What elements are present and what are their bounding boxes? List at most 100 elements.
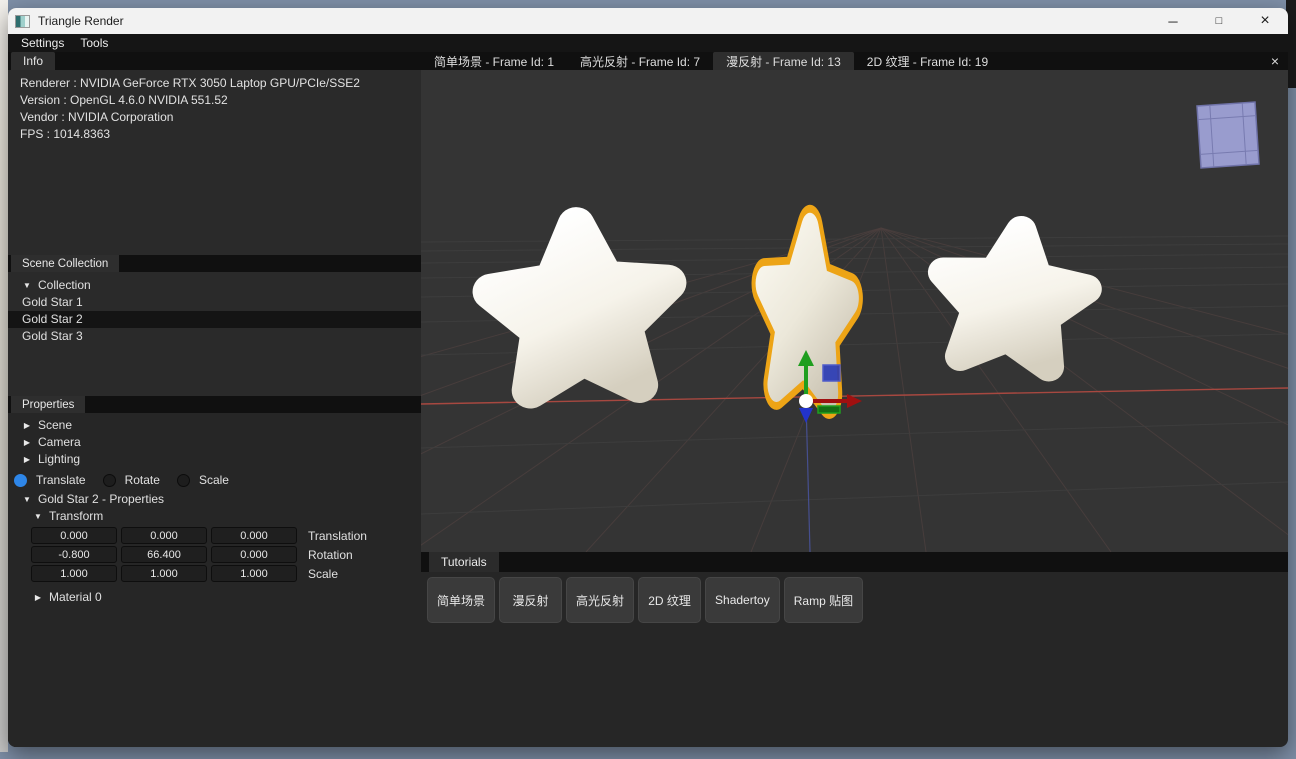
tab-info[interactable]: Info [11,52,55,70]
app-window: Triangle Render ─ □ × Settings Tools Inf… [8,8,1288,747]
scale-radio[interactable] [177,474,190,487]
window-title: Triangle Render [38,14,124,28]
gizmo-plane-handle-blue [823,365,840,381]
tutorials-panel: 简单场景 漫反射 高光反射 2D 纹理 Shadertoy Ramp 贴图 [421,572,1288,642]
list-item-gold-star-2[interactable]: Gold Star 2 [8,311,421,328]
tutorial-button-specular[interactable]: 高光反射 [566,577,634,623]
list-item-gold-star-1[interactable]: Gold Star 1 [8,294,421,311]
gold-star-3-label: Gold Star 3 [22,328,83,345]
chevron-down-icon[interactable]: ▼ [22,277,32,294]
tree-node-camera[interactable]: ▶ Camera [8,434,421,451]
tutorials-tab-bar: Tutorials [421,552,1288,572]
maximize-icon: □ [1216,15,1223,27]
transform-label: Transform [49,508,103,525]
tutorial-button-2d-texture[interactable]: 2D 纹理 [638,577,701,623]
info-panel: Renderer : NVIDIA GeForce RTX 3050 Lapto… [8,70,421,255]
viewport-3d[interactable] [421,70,1288,552]
maximize-button[interactable]: □ [1196,8,1242,34]
material-label: Material 0 [49,589,102,606]
translation-row: Translation [31,527,421,544]
viewport-tab-2d-texture[interactable]: 2D 纹理 - Frame Id: 19 [854,52,1001,70]
transform-grid: Translation Rotation Scale [8,527,421,582]
translation-y-field[interactable] [121,527,207,544]
viewport-tab-diffuse[interactable]: 漫反射 - Frame Id: 13 [713,52,854,70]
close-button[interactable]: × [1242,8,1288,34]
gold-star-1-label: Gold Star 1 [22,294,83,311]
scene-collection-panel: ▼ Collection Gold Star 1 Gold Star 2 Gol… [8,272,421,396]
viewport-close-button[interactable]: × [1271,52,1279,70]
star-gold-star-1 [488,221,673,393]
scale-z-field[interactable] [211,565,297,582]
rotate-label[interactable]: Rotate [125,473,160,487]
menu-bar: Settings Tools [8,34,1288,52]
menu-settings[interactable]: Settings [21,36,64,50]
scale-label[interactable]: Scale [199,473,229,487]
rotation-z-field[interactable] [211,546,297,563]
rotation-y-field[interactable] [121,546,207,563]
nav-cube [1197,102,1259,168]
camera-group-label: Camera [38,434,81,451]
top-tab-row: Info 简单场景 - Frame Id: 1 高光反射 - Frame Id:… [8,52,1288,70]
viewport-tab-specular[interactable]: 高光反射 - Frame Id: 7 [567,52,713,70]
rotation-x-field[interactable] [31,546,117,563]
rotation-row-label: Rotation [308,548,353,562]
tutorial-button-diffuse[interactable]: 漫反射 [499,577,562,623]
star-gold-star-3 [933,222,1093,370]
translate-radio[interactable] [14,474,27,487]
scene-group-label: Scene [38,417,72,434]
tab-properties[interactable]: Properties [11,396,85,413]
tutorial-button-ramp-map[interactable]: Ramp 贴图 [784,577,863,623]
scale-x-field[interactable] [31,565,117,582]
object-properties-label: Gold Star 2 - Properties [38,491,164,508]
titlebar: Triangle Render ─ □ × [8,8,1288,34]
chevron-right-icon[interactable]: ▶ [22,417,32,434]
tutorial-button-shadertoy[interactable]: Shadertoy [705,577,780,623]
properties-tab-bar: Properties [8,396,421,413]
gizmo-center-handle [799,394,813,408]
lighting-group-label: Lighting [38,451,80,468]
translation-x-field[interactable] [31,527,117,544]
info-renderer: Renderer : NVIDIA GeForce RTX 3050 Lapto… [20,75,421,92]
desktop-background-left [0,0,8,752]
tab-scene-collection[interactable]: Scene Collection [11,255,119,272]
viewport-tab-simple-scene[interactable]: 简单场景 - Frame Id: 1 [421,52,567,70]
gold-star-2-label: Gold Star 2 [22,311,83,328]
rotation-row: Rotation [31,546,421,563]
tab-tutorials[interactable]: Tutorials [429,552,499,572]
tree-node-scene[interactable]: ▶ Scene [8,417,421,434]
menu-tools[interactable]: Tools [80,36,108,50]
translate-label[interactable]: Translate [36,473,86,487]
chevron-down-icon[interactable]: ▼ [22,491,32,508]
tree-node-transform[interactable]: ▼ Transform [8,508,421,525]
gizmo-plane-handle-green [818,406,840,413]
tree-node-lighting[interactable]: ▶ Lighting [8,451,421,468]
gizmo-z-axis-line [806,401,810,552]
viewport-scene [421,70,1288,552]
chevron-right-icon[interactable]: ▶ [22,434,32,451]
viewport-close-icon: × [1271,53,1279,69]
info-vendor: Vendor : NVIDIA Corporation [20,109,421,126]
info-tab-bar: Info [8,52,421,70]
rotate-radio[interactable] [103,474,116,487]
minimize-button[interactable]: ─ [1150,8,1196,34]
gizmo-z-arrowhead [799,408,813,423]
viewport-tab-bar: 简单场景 - Frame Id: 1 高光反射 - Frame Id: 7 漫反… [421,52,1288,70]
tree-node-object-properties[interactable]: ▼ Gold Star 2 - Properties [8,491,421,508]
list-item-gold-star-3[interactable]: Gold Star 3 [8,328,421,345]
gizmo-mode-row: Translate Rotate Scale [8,470,421,490]
info-version: Version : OpenGL 4.6.0 NVIDIA 551.52 [20,92,421,109]
close-icon: × [1260,12,1269,30]
properties-panel: ▶ Scene ▶ Camera ▶ Lighting Translate Ro… [8,413,421,747]
tree-node-material[interactable]: ▶ Material 0 [8,589,421,606]
scale-y-field[interactable] [121,565,207,582]
tree-node-collection[interactable]: ▼ Collection [8,277,421,294]
scale-row-label: Scale [308,567,338,581]
tutorial-button-simple-scene[interactable]: 简单场景 [427,577,495,623]
collection-label: Collection [38,277,91,294]
translation-z-field[interactable] [211,527,297,544]
chevron-right-icon[interactable]: ▶ [33,589,43,606]
scale-row: Scale [31,565,421,582]
minimize-icon: ─ [1168,14,1177,29]
chevron-right-icon[interactable]: ▶ [22,451,32,468]
chevron-down-icon[interactable]: ▼ [33,508,43,525]
